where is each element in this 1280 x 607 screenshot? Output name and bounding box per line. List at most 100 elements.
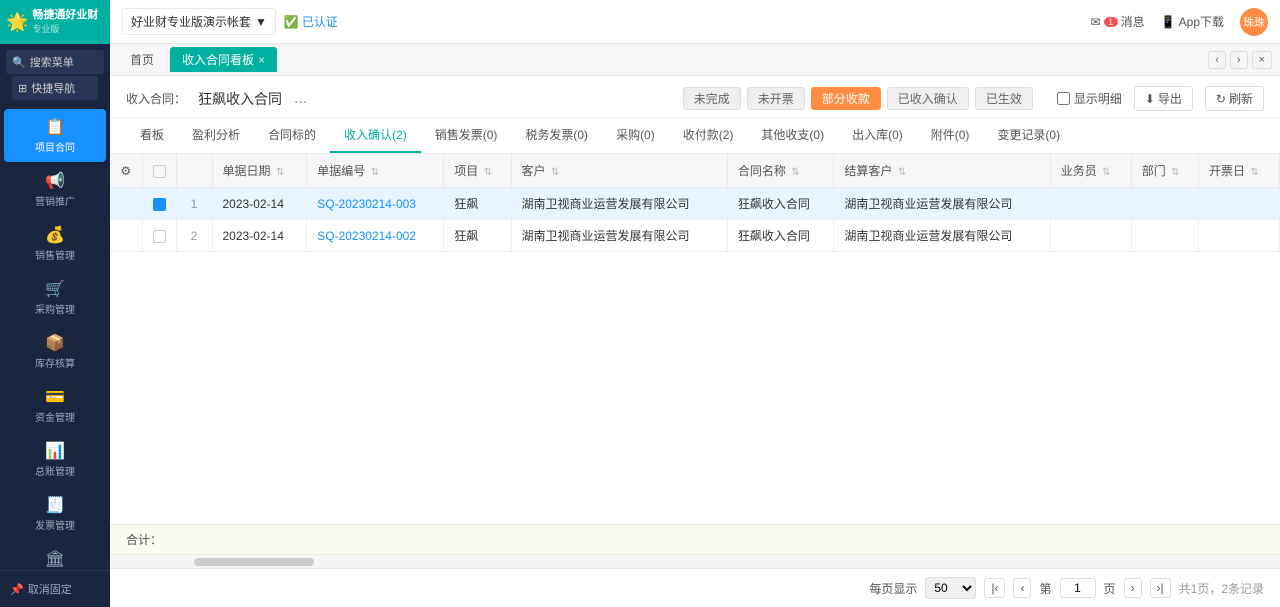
sidebar-item-marketing[interactable]: 📢 营销推广: [4, 163, 106, 216]
col-contract-name[interactable]: 合同名称 ⇅: [727, 154, 833, 188]
col-checkbox[interactable]: [142, 154, 176, 188]
settings-icon[interactable]: ⚙: [120, 164, 131, 178]
sort-icon: ⇅: [791, 167, 799, 178]
col-salesman[interactable]: 业务员 ⇅: [1050, 154, 1131, 188]
cell-number[interactable]: SQ-20230214-002: [307, 220, 444, 252]
tab-home[interactable]: 首页: [118, 47, 166, 72]
table-row[interactable]: 2 2023-02-14 SQ-20230214-002 狂飙 湖南卫视商业运营…: [110, 220, 1280, 252]
tabbar: 首页 收入合同看板 × ‹ › ×: [110, 44, 1280, 76]
tab-close-icon[interactable]: ×: [258, 53, 265, 67]
message-icon: ✉: [1091, 15, 1101, 29]
tab-contract-board[interactable]: 收入合同看板 ×: [170, 47, 277, 72]
tab-other-income[interactable]: 其他收支(0): [747, 118, 838, 153]
scroll-thumb[interactable]: [194, 558, 314, 566]
col-project[interactable]: 项目 ⇅: [444, 154, 511, 188]
main-content: 好业财专业版演示帐套 ▼ ✅ 已认证 ✉ 1 消息 📱 App下载 珠珠 首页: [110, 0, 1280, 607]
record-link[interactable]: SQ-20230214-003: [317, 197, 416, 211]
cell-number[interactable]: SQ-20230214-003: [307, 188, 444, 220]
tab-sales-invoice[interactable]: 销售发票(0): [421, 118, 512, 153]
record-link[interactable]: SQ-20230214-002: [317, 229, 416, 243]
col-settle-customer[interactable]: 结算客户 ⇅: [834, 154, 1050, 188]
cell-checkbox[interactable]: [142, 188, 176, 220]
contract-title: 狂飙收入合同: [198, 89, 282, 109]
col-number[interactable]: 单据编号 ⇅: [307, 154, 444, 188]
nav-close-button[interactable]: ×: [1252, 51, 1272, 69]
tab-kanban[interactable]: 看板: [126, 118, 178, 153]
cell-department: [1131, 220, 1198, 252]
general-icon: 📊: [45, 441, 65, 461]
page-input[interactable]: [1060, 578, 1096, 598]
sidebar-nav: 📋 项目合同 📢 营销推广 💰 销售管理 🛒 采购管理 📦 库存核算 💳 资金管…: [0, 108, 110, 570]
cell-checkbox[interactable]: [142, 220, 176, 252]
search-menu-button[interactable]: 🔍 搜索菜单: [6, 50, 104, 74]
prev-page-button[interactable]: ‹: [1013, 578, 1031, 598]
last-page-button[interactable]: ›|: [1150, 578, 1171, 598]
col-customer[interactable]: 客户 ⇅: [511, 154, 727, 188]
tab-purchase[interactable]: 采购(0): [602, 118, 669, 153]
app-download-button[interactable]: 📱 App下载: [1161, 13, 1224, 30]
tab-tax-invoice[interactable]: 税务发票(0): [511, 118, 602, 153]
contract-more-button[interactable]: ...: [294, 90, 307, 108]
sidebar-item-funds[interactable]: 💳 资金管理: [4, 379, 106, 432]
show-detail-label: 显示明细: [1074, 90, 1122, 107]
cell-open-date: [1198, 188, 1279, 220]
sidebar-item-sales[interactable]: 💰 销售管理: [4, 217, 106, 270]
sort-icon: ⇅: [484, 167, 492, 178]
cell-contract-name: 狂飙收入合同: [727, 188, 833, 220]
col-date[interactable]: 单据日期 ⇅: [212, 154, 307, 188]
sidebar-item-purchase[interactable]: 🛒 采购管理: [4, 271, 106, 324]
page-size-select[interactable]: 20 50 100: [925, 577, 976, 599]
sidebar: 🌟 畅捷通好业财 专业版 🔍 搜索菜单 ⊞ 快捷导航 📋 项目合同 📢 营销推广…: [0, 0, 110, 607]
status-effective[interactable]: 已生效: [975, 87, 1033, 110]
tab-contract-standard[interactable]: 合同标的: [254, 118, 330, 153]
col-open-date[interactable]: 开票日 ⇅: [1198, 154, 1279, 188]
cell-open-date: [1198, 220, 1279, 252]
tab-revenue-confirm[interactable]: 收入确认(2): [330, 118, 421, 153]
first-page-button[interactable]: |‹: [984, 578, 1005, 598]
col-department[interactable]: 部门 ⇅: [1131, 154, 1198, 188]
sidebar-item-inventory[interactable]: 📦 库存核算: [4, 325, 106, 378]
cancel-fixed-button[interactable]: 📌 取消固定: [6, 577, 104, 601]
sidebar-item-project[interactable]: 📋 项目合同: [4, 109, 106, 162]
sort-icon: ⇅: [1171, 167, 1179, 178]
chevron-down-icon: ▼: [255, 15, 267, 29]
select-all-checkbox[interactable]: [153, 165, 166, 178]
show-detail-checkbox[interactable]: [1057, 92, 1070, 105]
user-avatar[interactable]: 珠珠: [1240, 8, 1268, 36]
nav-prev-button[interactable]: ‹: [1208, 51, 1226, 69]
marketing-icon: 📢: [45, 171, 65, 191]
next-page-button[interactable]: ›: [1124, 578, 1142, 598]
row-checkbox[interactable]: [153, 230, 166, 243]
grid-icon: ⊞: [18, 82, 27, 95]
export-button[interactable]: ⬇ 导出: [1134, 86, 1193, 111]
table-row[interactable]: 1 2023-02-14 SQ-20230214-003 狂飙 湖南卫视商业运营…: [110, 188, 1280, 220]
tab-profit[interactable]: 盈利分析: [178, 118, 254, 153]
tab-label: 收入合同看板: [182, 51, 254, 68]
sidebar-item-invoice[interactable]: 🧾 发票管理: [4, 487, 106, 540]
sidebar-item-tax[interactable]: 🏛 税务管理: [4, 541, 106, 570]
nav-next-button[interactable]: ›: [1230, 51, 1248, 69]
contract-header: 收入合同： 狂飙收入合同 ... 未完成 未开票 部分收款 已收入确认 已生效 …: [110, 76, 1280, 118]
page-label-pre: 第: [1039, 580, 1051, 597]
sidebar-item-general[interactable]: 📊 总账管理: [4, 433, 106, 486]
status-not-complete[interactable]: 未完成: [683, 87, 741, 110]
refresh-button[interactable]: ↻ 刷新: [1205, 86, 1264, 111]
tab-warehouse[interactable]: 出入库(0): [838, 118, 917, 153]
message-button[interactable]: ✉ 1 消息: [1091, 13, 1145, 30]
row-checkbox[interactable]: [153, 198, 166, 211]
col-settings[interactable]: ⚙: [110, 154, 142, 188]
horizontal-scrollbar[interactable]: [110, 554, 1280, 568]
tab-change-log[interactable]: 变更记录(0): [983, 118, 1074, 153]
status-not-invoiced[interactable]: 未开票: [747, 87, 805, 110]
status-confirmed[interactable]: 已收入确认: [887, 87, 969, 110]
company-selector[interactable]: 好业财专业版演示帐套 ▼: [122, 8, 276, 35]
tab-receipt[interactable]: 收付款(2): [669, 118, 748, 153]
sidebar-bottom: 📌 取消固定: [0, 570, 110, 607]
table-footer: 合计：: [110, 524, 1280, 554]
status-partial-payment[interactable]: 部分收款: [811, 87, 881, 110]
funds-icon: 💳: [45, 387, 65, 407]
table-wrapper: ⚙ 单据日期 ⇅ 单据编号 ⇅: [110, 154, 1280, 339]
quick-nav-button[interactable]: ⊞ 快捷导航: [12, 76, 98, 100]
tab-attachments[interactable]: 附件(0): [917, 118, 984, 153]
page-label-post: 页: [1104, 580, 1116, 597]
